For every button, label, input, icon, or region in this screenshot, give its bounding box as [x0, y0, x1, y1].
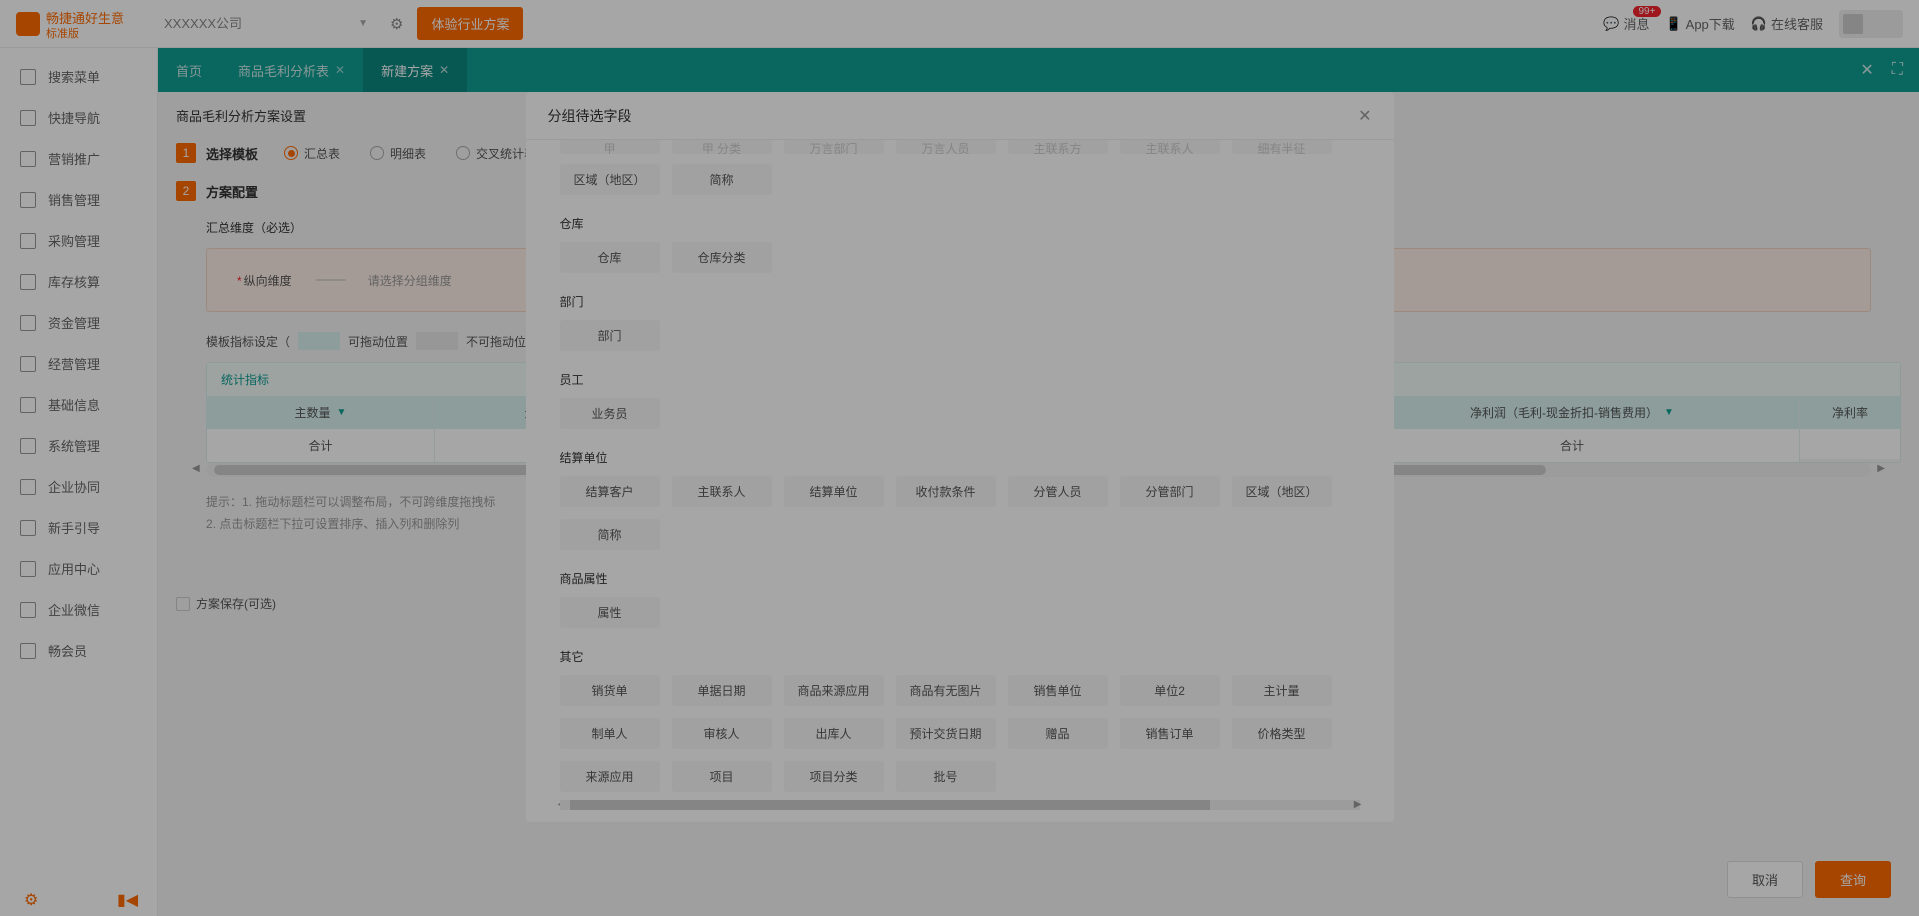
- modal-overlay[interactable]: [0, 0, 1919, 916]
